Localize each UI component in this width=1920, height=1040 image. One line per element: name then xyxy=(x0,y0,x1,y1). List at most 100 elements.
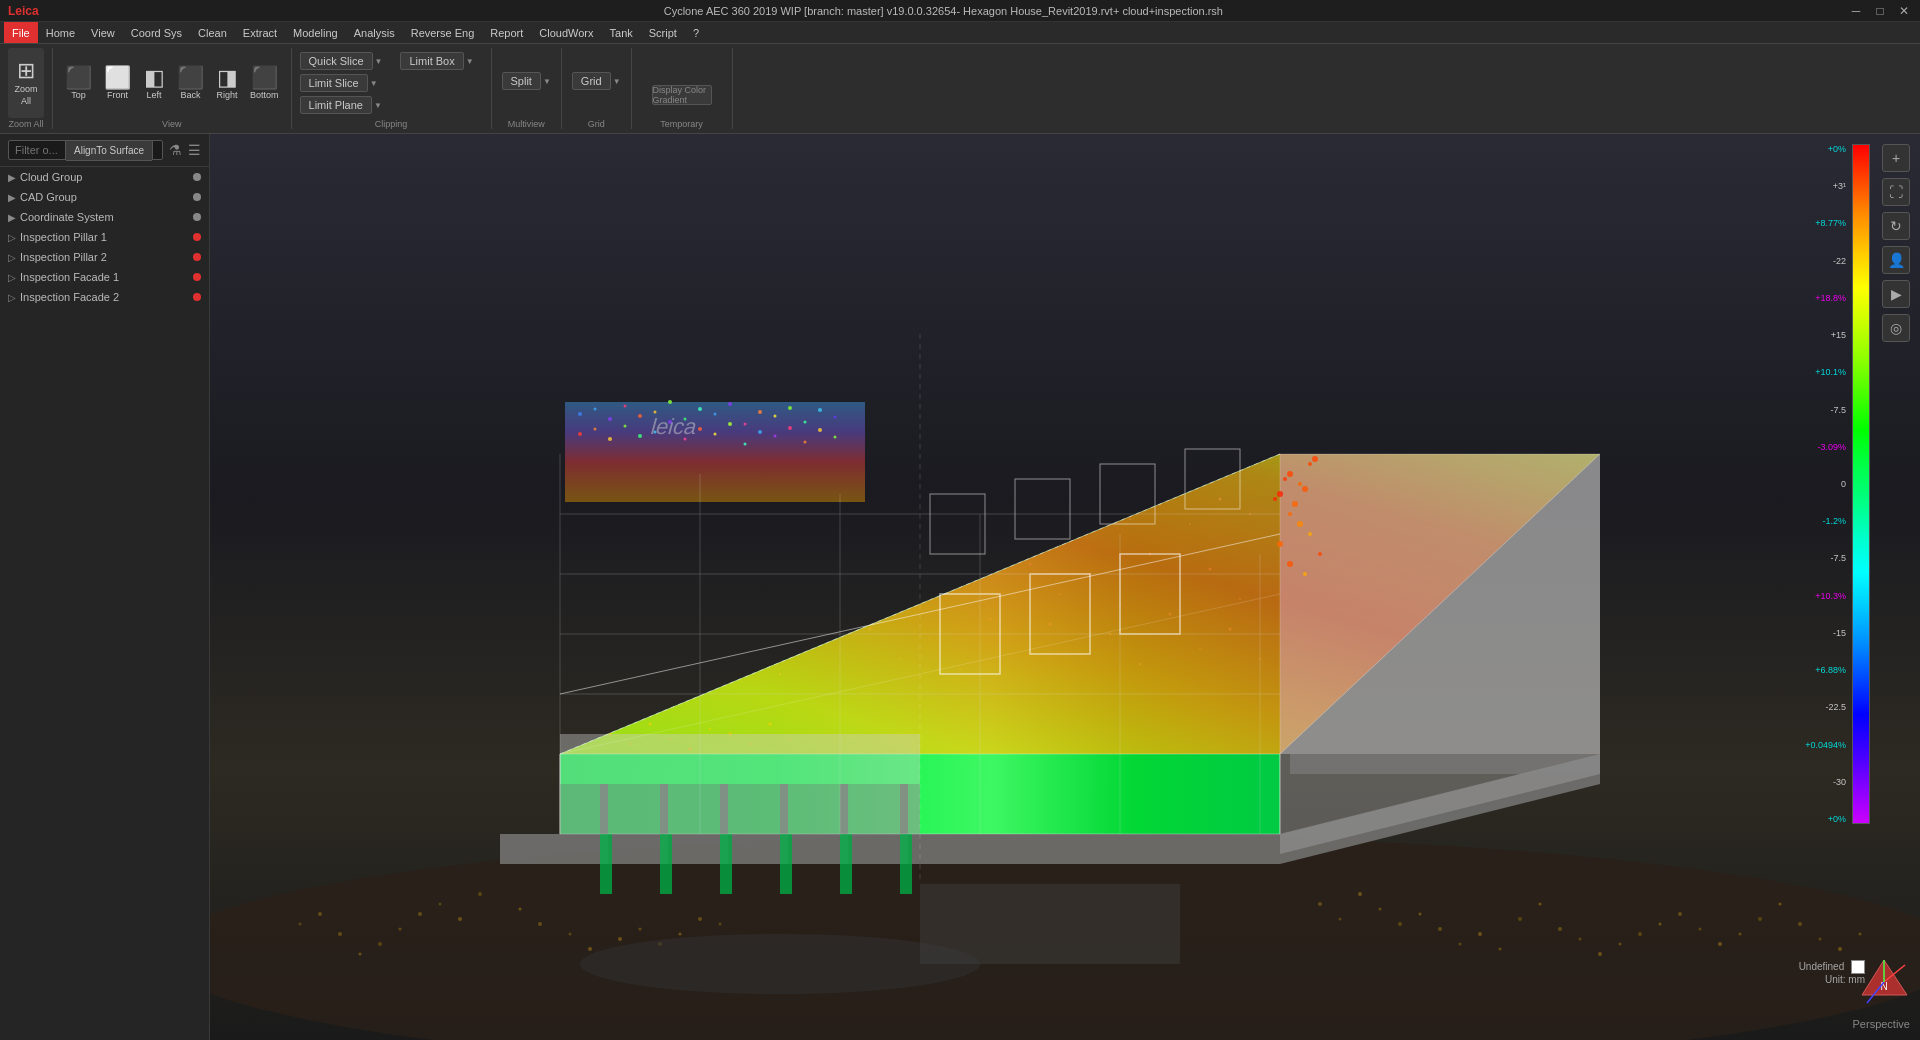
svg-point-14 xyxy=(299,923,302,926)
facade1-arrow: ▷ xyxy=(8,272,16,283)
quick-slice-arrow[interactable]: ▼ xyxy=(375,57,383,66)
display-color-gradient-toggle[interactable]: Display Color Gradient xyxy=(652,85,712,105)
menu-cloudworx[interactable]: CloudWorx xyxy=(531,22,601,43)
menu-view[interactable]: View xyxy=(83,22,123,43)
menu-coord-sys[interactable]: Coord Sys xyxy=(123,22,190,43)
3d-viewport[interactable]: leica +0% +3¹ +8.77% -22 +18.8% +15 +10.… xyxy=(210,134,1920,1040)
bottom-view-button[interactable]: ⬛ Bottom xyxy=(246,48,283,118)
svg-point-174 xyxy=(744,423,747,426)
quick-slice-button[interactable]: Quick Slice xyxy=(300,52,373,70)
undefined-label: Undefined xyxy=(1799,960,1865,974)
menu-clean[interactable]: Clean xyxy=(190,22,235,43)
right-view-icon: ◨ xyxy=(217,67,238,89)
sidebar-item-coordinate-system[interactable]: ▶ Coordinate System xyxy=(0,207,209,227)
sidebar: ⚗ ☰ ▶ Cloud Group ▶ CAD Group ▶ Coordina… xyxy=(0,134,210,1040)
facade2-dot xyxy=(193,293,201,301)
nav-cube[interactable]: N xyxy=(1857,955,1912,1010)
zoom-in-button[interactable]: + xyxy=(1882,144,1910,172)
menu-bar: File Home View Coord Sys Clean Extract M… xyxy=(0,22,1920,44)
maximize-button[interactable]: □ xyxy=(1872,3,1888,19)
align-to-surface-button[interactable]: AlignTo Surface xyxy=(65,140,153,161)
svg-point-109 xyxy=(979,498,982,501)
menu-modeling[interactable]: Modeling xyxy=(285,22,346,43)
svg-point-31 xyxy=(1518,917,1522,921)
sidebar-item-inspection-facade-2[interactable]: ▷ Inspection Facade 2 xyxy=(0,287,209,307)
limit-plane-arrow[interactable]: ▼ xyxy=(374,101,382,110)
split-arrow[interactable]: ▼ xyxy=(543,77,551,86)
person-view-button[interactable]: 👤 xyxy=(1882,246,1910,274)
grid-arrow[interactable]: ▼ xyxy=(613,77,621,86)
close-button[interactable]: ✕ xyxy=(1896,3,1912,19)
multiview-group: Split ▼ Multiview xyxy=(492,48,562,129)
sidebar-item-inspection-pillar-1[interactable]: ▷ Inspection Pillar 1 xyxy=(0,227,209,247)
menu-report[interactable]: Report xyxy=(482,22,531,43)
limit-plane-button[interactable]: Limit Plane xyxy=(300,96,372,114)
limit-slice-button[interactable]: Limit Slice xyxy=(300,74,368,92)
menu-extract[interactable]: Extract xyxy=(235,22,285,43)
menu-tank[interactable]: Tank xyxy=(602,22,641,43)
grid-dropdown[interactable]: Grid ▼ xyxy=(572,72,621,90)
cloud-group-arrow: ▶ xyxy=(8,172,16,183)
orbit-button[interactable]: ↻ xyxy=(1882,212,1910,240)
filter-icon[interactable]: ⚗ xyxy=(169,142,182,158)
grid-button[interactable]: Grid xyxy=(572,72,611,90)
svg-point-111 xyxy=(1039,488,1042,491)
svg-point-29 xyxy=(1478,932,1482,936)
split-dropdown[interactable]: Split ▼ xyxy=(502,72,551,90)
menu-reverse-eng[interactable]: Reverse Eng xyxy=(403,22,483,43)
sidebar-item-inspection-pillar-2[interactable]: ▷ Inspection Pillar 2 xyxy=(0,247,209,267)
svg-point-24 xyxy=(1379,908,1382,911)
menu-analysis[interactable]: Analysis xyxy=(346,22,403,43)
svg-point-19 xyxy=(698,917,702,921)
toolbar: ⊞ Zoom All Zoom All ⬛ Top ⬜ Front ◧ Left… xyxy=(0,44,1920,134)
svg-point-62 xyxy=(879,598,881,600)
minimize-button[interactable]: ─ xyxy=(1848,3,1864,19)
svg-point-81 xyxy=(809,613,812,616)
limit-slice-arrow[interactable]: ▼ xyxy=(370,79,378,88)
zoom-all-button[interactable]: ⊞ Zoom All xyxy=(8,48,44,118)
menu-icon[interactable]: ☰ xyxy=(188,142,201,158)
svg-rect-150 xyxy=(900,834,912,894)
quick-slice-dropdown[interactable]: Quick Slice ▼ xyxy=(300,52,383,70)
svg-point-171 xyxy=(698,407,702,411)
sidebar-item-inspection-facade-1[interactable]: ▷ Inspection Facade 1 xyxy=(0,267,209,287)
navigate-button[interactable]: ▶ xyxy=(1882,280,1910,308)
left-view-label: Left xyxy=(146,90,161,100)
sidebar-item-cad-group[interactable]: ▶ CAD Group xyxy=(0,187,209,207)
svg-point-168 xyxy=(654,411,657,414)
svg-point-13 xyxy=(318,912,322,916)
svg-rect-154 xyxy=(930,494,985,554)
limit-box-button[interactable]: Limit Box xyxy=(400,52,463,70)
bottom-view-label: Bottom xyxy=(250,90,279,100)
right-view-button[interactable]: ◨ Right xyxy=(212,48,242,118)
limit-plane-dropdown[interactable]: Limit Plane ▼ xyxy=(300,96,382,114)
menu-home[interactable]: Home xyxy=(38,22,83,43)
svg-point-207 xyxy=(1312,456,1318,462)
back-view-label: Back xyxy=(180,90,200,100)
svg-point-189 xyxy=(698,427,702,431)
split-button[interactable]: Split xyxy=(502,72,541,90)
menu-script[interactable]: Script xyxy=(641,22,685,43)
limit-box-arrow[interactable]: ▼ xyxy=(466,57,474,66)
target-button[interactable]: ◎ xyxy=(1882,314,1910,342)
front-view-button[interactable]: ⬜ Front xyxy=(100,48,135,118)
left-view-button[interactable]: ◧ Left xyxy=(139,48,169,118)
svg-point-8 xyxy=(378,942,382,946)
svg-point-204 xyxy=(1283,477,1287,481)
svg-rect-145 xyxy=(600,834,612,894)
scale-label-8: -3.09% xyxy=(1805,442,1846,452)
svg-point-4 xyxy=(399,928,402,931)
svg-point-30 xyxy=(1499,948,1502,951)
facade2-arrow: ▷ xyxy=(8,292,16,303)
front-view-label: Front xyxy=(107,90,128,100)
svg-rect-218 xyxy=(920,884,1180,964)
svg-point-38 xyxy=(1659,923,1662,926)
top-view-button[interactable]: ⬛ Top xyxy=(61,48,96,118)
svg-point-213 xyxy=(1287,561,1293,567)
back-view-button[interactable]: ⬛ Back xyxy=(173,48,208,118)
pan-button[interactable]: ⛶ xyxy=(1882,178,1910,206)
limit-slice-dropdown[interactable]: Limit Slice ▼ xyxy=(300,74,378,92)
menu-help[interactable]: ? xyxy=(685,22,707,43)
limit-box-dropdown[interactable]: Limit Box ▼ xyxy=(400,52,473,70)
menu-file[interactable]: File xyxy=(4,22,38,43)
